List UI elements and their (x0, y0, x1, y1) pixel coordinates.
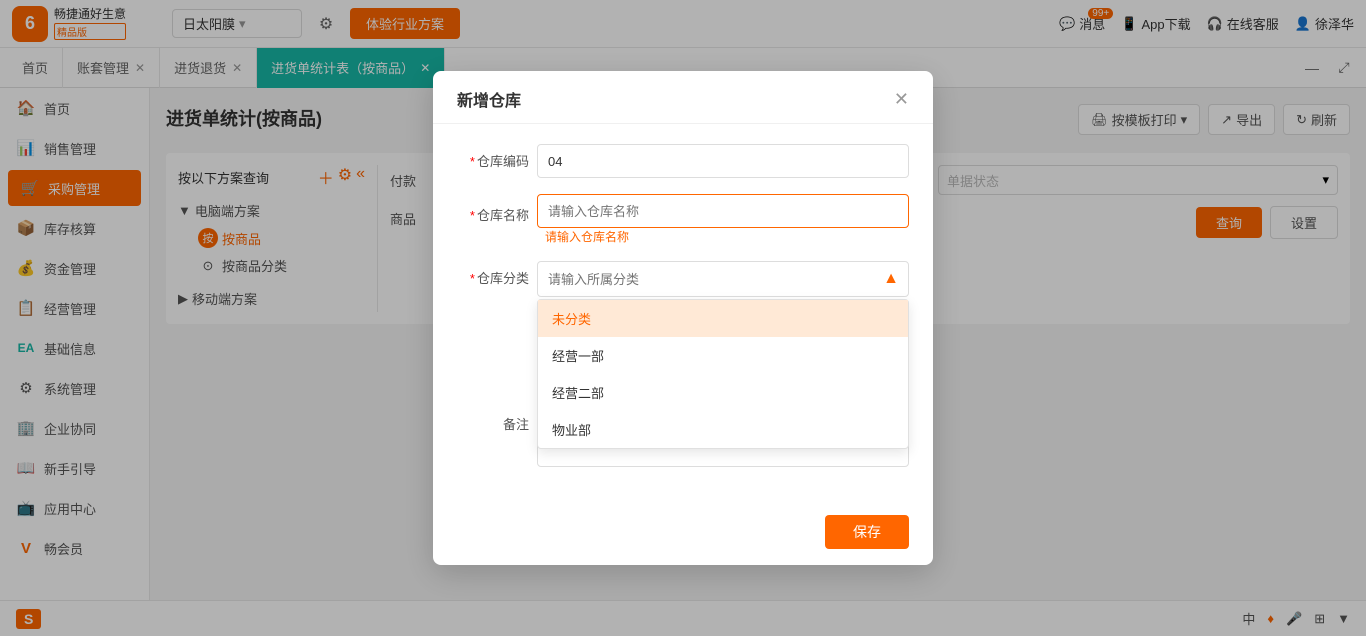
category-toggle-icon[interactable]: ▲ (874, 262, 908, 296)
modal-save-button[interactable]: 保存 (825, 515, 909, 549)
dropdown-item-property[interactable]: 物业部 (538, 411, 908, 448)
modal-header: 新增仓库 ✕ (433, 71, 933, 124)
modal-close-button[interactable]: ✕ (894, 89, 909, 110)
warehouse-category-field: 仓库分类 ▲ 未分类 经营一部 经营二部 物业部 (457, 261, 909, 297)
new-warehouse-modal: 新增仓库 ✕ 仓库编码 仓库名称 请输入仓库名称 仓库分类 (433, 71, 933, 565)
category-wrapper: ▲ 未分类 经营一部 经营二部 物业部 (537, 261, 909, 297)
category-label: 仓库分类 (457, 261, 537, 287)
warehouse-name-field: 仓库名称 请输入仓库名称 (457, 194, 909, 245)
category-input[interactable] (538, 262, 874, 296)
name-label: 仓库名称 (457, 198, 537, 224)
modal-body: 仓库编码 仓库名称 请输入仓库名称 仓库分类 ▲ (433, 124, 933, 503)
dropdown-item-dept2[interactable]: 经营二部 (538, 374, 908, 411)
modal-footer: 保存 (433, 503, 933, 565)
modal-title: 新增仓库 (457, 87, 521, 111)
warehouse-name-input[interactable] (537, 194, 909, 228)
modal-overlay[interactable]: 新增仓库 ✕ 仓库编码 仓库名称 请输入仓库名称 仓库分类 (0, 0, 1366, 636)
name-error-message: 请输入仓库名称 (545, 230, 629, 244)
dropdown-item-dept1[interactable]: 经营一部 (538, 337, 908, 374)
note-label: 备注 (457, 407, 537, 433)
warehouse-code-input[interactable] (537, 144, 909, 178)
code-label: 仓库编码 (457, 144, 537, 170)
warehouse-code-field: 仓库编码 (457, 144, 909, 178)
dropdown-item-uncategorized[interactable]: 未分类 (538, 300, 908, 337)
category-dropdown: 未分类 经营一部 经营二部 物业部 (537, 299, 909, 449)
category-input-wrapper: ▲ (537, 261, 909, 297)
